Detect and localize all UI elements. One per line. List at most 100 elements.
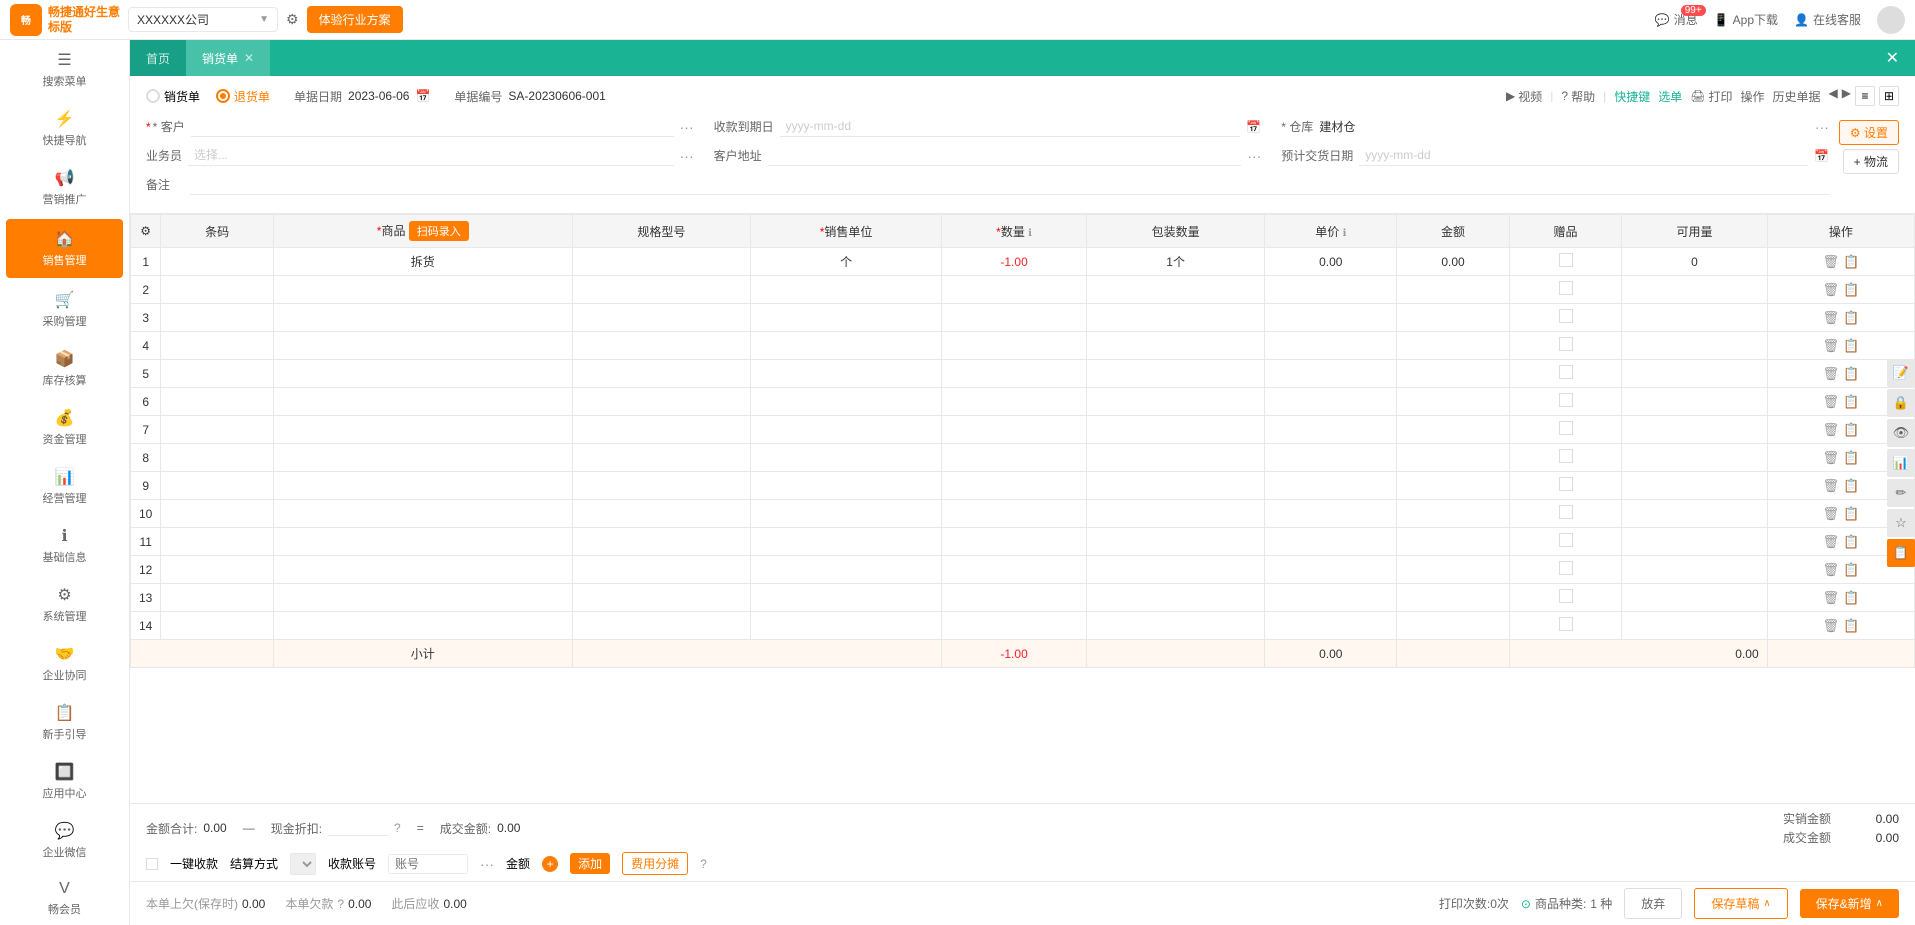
delete-icon[interactable]: 🗑	[1822, 394, 1839, 410]
operate-btn[interactable]: 操作	[1741, 88, 1765, 105]
select-order-btn[interactable]: 选单	[1658, 88, 1682, 105]
window-close-icon[interactable]: ✕	[1870, 48, 1915, 68]
copy-icon[interactable]: 📋	[1843, 562, 1859, 578]
scan-button[interactable]: 扫码录入	[409, 221, 469, 241]
sidebar-item-guide[interactable]: 📋 新手引导	[0, 693, 129, 752]
sidebar-item-marketing[interactable]: 📢 营销推广	[0, 158, 129, 217]
tab-close-icon[interactable]: ✕	[244, 51, 254, 65]
delete-icon[interactable]: 🗑	[1822, 450, 1839, 466]
account-input[interactable]	[388, 854, 468, 874]
copy-icon[interactable]: 📋	[1843, 618, 1859, 634]
trial-button[interactable]: 体验行业方案	[307, 6, 403, 33]
sales-order-radio[interactable]: 销货单	[146, 88, 200, 105]
due-date-calendar-icon[interactable]: 📅	[1246, 120, 1261, 134]
float-btn-2[interactable]: 🔒	[1887, 389, 1915, 417]
copy-icon[interactable]: 📋	[1843, 310, 1859, 326]
row-spec[interactable]	[572, 248, 750, 276]
salesperson-more-icon[interactable]: ···	[680, 148, 694, 164]
remark-input[interactable]	[190, 174, 1829, 195]
history-btn[interactable]: 历史单据	[1773, 88, 1821, 105]
company-selector[interactable]: XXXXXX公司 ▼	[128, 7, 278, 32]
sidebar-item-cooperation[interactable]: 🤝 企业协同	[0, 634, 129, 693]
sidebar-item-member[interactable]: V 畅会员	[0, 870, 129, 925]
tab-home[interactable]: 首页	[130, 40, 186, 76]
sidebar-item-search[interactable]: ☰ 搜索菜单	[0, 40, 129, 99]
user-avatar[interactable]	[1877, 6, 1905, 34]
row-barcode[interactable]	[161, 248, 273, 276]
discount-input[interactable]	[328, 821, 388, 836]
salesperson-input[interactable]	[188, 145, 674, 166]
add-payment-icon[interactable]: +	[542, 856, 558, 872]
copy-icon[interactable]: 📋	[1843, 450, 1859, 466]
customer-input[interactable]	[191, 116, 674, 137]
fee-split-btn[interactable]: 费用分摊	[622, 852, 688, 875]
customer-addr-input[interactable]	[768, 145, 1242, 166]
next-icon[interactable]: ▶	[1842, 86, 1851, 106]
video-btn[interactable]: ▶ 视频	[1506, 88, 1542, 105]
account-more-icon[interactable]: ···	[480, 856, 494, 872]
calendar-icon[interactable]: 📅	[415, 89, 430, 103]
delete-icon[interactable]: 🗑	[1822, 338, 1839, 354]
online-service-btn[interactable]: 👤 在线客服	[1794, 11, 1861, 28]
grid-view-icon[interactable]: ⊞	[1879, 86, 1899, 106]
discount-help-icon[interactable]: ?	[394, 821, 401, 835]
save-new-button[interactable]: 保存&新增 ∧	[1800, 889, 1899, 918]
list-view-icon[interactable]: ≡	[1855, 86, 1875, 106]
delete-icon[interactable]: 🗑	[1822, 478, 1839, 494]
sidebar-item-app-center[interactable]: 🔲 应用中心	[0, 752, 129, 811]
print-btn[interactable]: 🖨 打印	[1690, 88, 1732, 105]
settings-button[interactable]: ⚙ 设置	[1839, 120, 1899, 145]
customer-addr-more-icon[interactable]: ···	[1247, 148, 1261, 164]
float-btn-7[interactable]: 📋	[1887, 539, 1915, 567]
fee-help-icon[interactable]: ?	[700, 857, 707, 871]
float-btn-1[interactable]: 📝	[1887, 359, 1915, 387]
delete-icon[interactable]: 🗑	[1822, 422, 1839, 438]
delete-icon[interactable]: 🗑	[1822, 562, 1839, 578]
copy-icon[interactable]: 📋	[1843, 254, 1859, 270]
copy-icon[interactable]: 📋	[1843, 422, 1859, 438]
row-qty[interactable]: -1.00	[942, 248, 1087, 276]
settlement-select[interactable]	[290, 853, 316, 875]
help-btn[interactable]: ? 帮助	[1561, 88, 1595, 105]
sidebar-item-finance[interactable]: 💰 资金管理	[0, 398, 129, 457]
customer-more-icon[interactable]: ···	[680, 119, 694, 135]
sidebar-item-system[interactable]: ⚙ 系统管理	[0, 575, 129, 634]
delivery-date-input[interactable]	[1359, 145, 1808, 166]
sidebar-item-quick-nav[interactable]: ⚡ 快捷导航	[0, 99, 129, 158]
copy-icon[interactable]: 📋	[1843, 338, 1859, 354]
add-payment-btn[interactable]: 添加	[570, 853, 610, 874]
copy-icon[interactable]: 📋	[1843, 394, 1859, 410]
app-download-btn[interactable]: 📱 App下载	[1714, 11, 1778, 28]
delivery-calendar-icon[interactable]: 📅	[1814, 149, 1829, 163]
message-btn[interactable]: 💬 消息 99+	[1655, 11, 1698, 28]
delete-icon[interactable]: 🗑	[1822, 534, 1839, 550]
sidebar-item-sales[interactable]: 🏠 销售管理	[6, 219, 123, 278]
shortcut-btn[interactable]: 快捷键	[1614, 88, 1650, 105]
delete-icon[interactable]: 🗑	[1822, 366, 1839, 382]
copy-icon[interactable]: 📋	[1843, 534, 1859, 550]
sidebar-item-basic-info[interactable]: ℹ 基础信息	[0, 516, 129, 575]
arrears-help-icon[interactable]: ?	[337, 897, 344, 911]
sidebar-item-purchase[interactable]: 🛒 采购管理	[0, 280, 129, 339]
one-click-pay-checkbox[interactable]	[146, 858, 158, 870]
due-date-input[interactable]	[780, 116, 1241, 137]
sidebar-item-operations[interactable]: 📊 经营管理	[0, 457, 129, 516]
tab-sales-order[interactable]: 销货单 ✕	[186, 40, 270, 76]
return-order-radio[interactable]: 退货单	[216, 88, 270, 105]
copy-icon[interactable]: 📋	[1843, 282, 1859, 298]
delete-icon[interactable]: 🗑	[1822, 310, 1839, 326]
float-btn-3[interactable]: 👁	[1887, 419, 1915, 447]
sidebar-item-wechat[interactable]: 💬 企业微信	[0, 811, 129, 870]
delete-icon[interactable]: 🗑	[1822, 618, 1839, 634]
delete-icon[interactable]: 🗑	[1822, 254, 1839, 270]
logistics-button[interactable]: + 物流	[1843, 149, 1899, 174]
copy-icon[interactable]: 📋	[1843, 590, 1859, 606]
float-btn-5[interactable]: ✏	[1887, 479, 1915, 507]
copy-icon[interactable]: 📋	[1843, 478, 1859, 494]
float-btn-4[interactable]: 📊	[1887, 449, 1915, 477]
save-draft-button[interactable]: 保存草稿 ∧	[1694, 888, 1787, 919]
abandon-button[interactable]: 放弃	[1624, 888, 1682, 919]
col-settings[interactable]: ⚙	[131, 215, 161, 248]
settings-icon[interactable]: ⚙	[286, 11, 299, 28]
row-gift[interactable]	[1509, 248, 1621, 276]
